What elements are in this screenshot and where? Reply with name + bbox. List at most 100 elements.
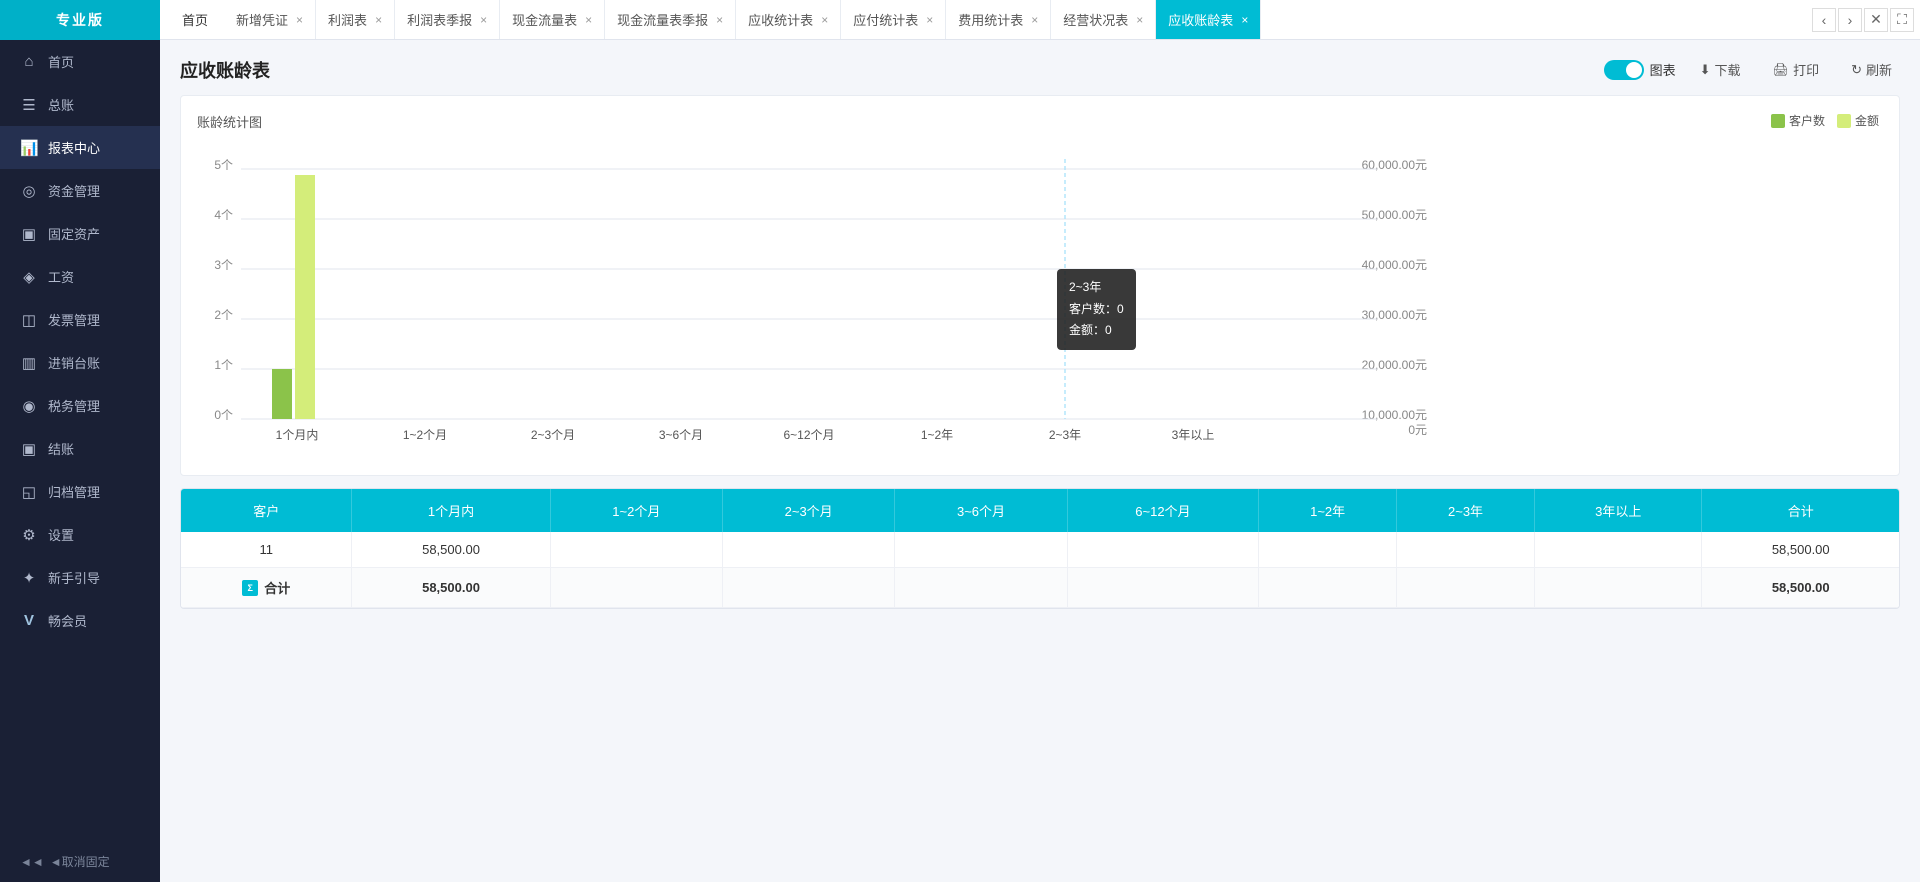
svg-text:0元: 0元: [1408, 423, 1427, 437]
cell-y12: [1259, 532, 1397, 568]
sidebar-item-tax[interactable]: ◉ 税务管理: [0, 384, 160, 427]
svg-text:30,000.00元: 30,000.00元: [1362, 308, 1427, 322]
chart-svg-wrap: 5个 4个 3个 2个 1个 0个 60,000.00元 50,000.00元 …: [197, 139, 1883, 459]
tab-next-button[interactable]: ›: [1838, 8, 1862, 32]
reports-icon: 📊: [20, 139, 38, 157]
summary-label: Σ 合计: [189, 578, 343, 597]
svg-text:2~3年: 2~3年: [1049, 428, 1081, 442]
tab-payable-stat[interactable]: 应付统计表 ×: [841, 0, 946, 40]
tab-voucher[interactable]: 新增凭证 ×: [224, 0, 316, 40]
sidebar-item-settings[interactable]: ⚙ 设置: [0, 513, 160, 556]
sidebar-item-vip[interactable]: V 畅会员: [0, 599, 160, 642]
tab-operation-close[interactable]: ×: [1136, 13, 1143, 27]
page-actions: 图表 ⬇ 下载 🖨 打印 ↻ 刷新: [1604, 56, 1900, 83]
cell-m23: [722, 532, 894, 568]
bar-customer-1: [272, 369, 292, 419]
summary-y12: [1259, 568, 1397, 608]
tab-cashflow-close[interactable]: ×: [585, 13, 592, 27]
vip-icon: V: [20, 612, 38, 629]
unpin-button[interactable]: ◄◄ ◄取消固定: [0, 841, 160, 882]
refresh-icon: ↻: [1851, 62, 1862, 78]
tab-expense-stat-close[interactable]: ×: [1031, 13, 1038, 27]
svg-text:1个: 1个: [214, 358, 233, 372]
tab-aging-close[interactable]: ×: [1241, 13, 1248, 27]
page-body: 应收账龄表 图表 ⬇ 下载 🖨 打印 ↻ 刷新: [160, 40, 1920, 882]
tab-voucher-close[interactable]: ×: [296, 13, 303, 27]
sidebar-item-close[interactable]: ▣ 结账: [0, 427, 160, 470]
close-accounts-icon: ▣: [20, 440, 38, 458]
svg-text:5个: 5个: [214, 158, 233, 172]
funds-icon: ◎: [20, 182, 38, 200]
sidebar-item-home[interactable]: ⌂ 首页: [0, 40, 160, 83]
col-m1: 1个月内: [352, 489, 550, 532]
col-customer: 客户: [181, 489, 352, 532]
cell-y3plus: [1534, 532, 1702, 568]
cell-m612: [1067, 532, 1259, 568]
svg-text:3~6个月: 3~6个月: [659, 428, 703, 442]
svg-text:0个: 0个: [214, 408, 233, 422]
tab-operation[interactable]: 经营状况表 ×: [1051, 0, 1156, 40]
cell-m12: [550, 532, 722, 568]
tab-home[interactable]: 首页: [166, 0, 224, 40]
gear-icon: ⚙: [20, 526, 38, 544]
summary-m12: [550, 568, 722, 608]
ledger-icon: ☰: [20, 96, 38, 114]
tab-cashflow-quarter-close[interactable]: ×: [716, 13, 723, 27]
chart-toggle[interactable]: [1604, 60, 1644, 80]
sidebar-item-salary[interactable]: ◈ 工资: [0, 255, 160, 298]
tab-cashflow-quarter[interactable]: 现金流量表季报 ×: [605, 0, 736, 40]
summary-m23: [722, 568, 894, 608]
chart-toggle-label: 图表: [1650, 60, 1676, 79]
refresh-button[interactable]: ↻ 刷新: [1843, 56, 1900, 83]
inventory-icon: ▥: [20, 354, 38, 372]
sidebar-item-archive[interactable]: ◱ 归档管理: [0, 470, 160, 513]
tab-aging[interactable]: 应收账龄表 ×: [1156, 0, 1261, 40]
tab-receivable-stat-close[interactable]: ×: [821, 13, 828, 27]
sidebar-item-funds[interactable]: ◎ 资金管理: [0, 169, 160, 212]
col-m23: 2~3个月: [722, 489, 894, 532]
tab-expense-stat[interactable]: 费用统计表 ×: [946, 0, 1051, 40]
bar-amount-1: [295, 175, 315, 419]
tab-profit-quarter-close[interactable]: ×: [480, 13, 487, 27]
salary-icon: ◈: [20, 268, 38, 286]
summary-m612: [1067, 568, 1259, 608]
table-header-row: 客户 1个月内 1~2个月 2~3个月 3~6个月 6~12个月 1~2年 2~…: [181, 489, 1899, 532]
tab-payable-stat-close[interactable]: ×: [926, 13, 933, 27]
tab-bar: 首页 新增凭证 × 利润表 × 利润表季报 × 现金流量表 × 现金流量表季报 …: [160, 0, 1920, 40]
archive-icon: ◱: [20, 483, 38, 501]
tab-prev-button[interactable]: ‹: [1812, 8, 1836, 32]
tab-maximize-button[interactable]: ⛶: [1890, 8, 1914, 32]
unpin-icon: ◄◄: [20, 855, 44, 869]
chart-title: 账龄统计图: [197, 112, 1883, 131]
tab-close-all-button[interactable]: ✕: [1864, 8, 1888, 32]
sidebar-item-reports[interactable]: 📊 报表中心: [0, 126, 160, 169]
tab-profit-close[interactable]: ×: [375, 13, 382, 27]
summary-m1: 58,500.00: [352, 568, 550, 608]
legend-amount-label: 金额: [1855, 112, 1879, 129]
tab-cashflow[interactable]: 现金流量表 ×: [500, 0, 605, 40]
download-button[interactable]: ⬇ 下载: [1692, 56, 1749, 83]
col-y3plus: 3年以上: [1534, 489, 1702, 532]
cell-total: 58,500.00: [1702, 532, 1899, 568]
legend-customer-color: [1771, 114, 1785, 128]
sidebar-item-assets[interactable]: ▣ 固定资产: [0, 212, 160, 255]
tab-profit[interactable]: 利润表 ×: [316, 0, 395, 40]
summary-row: Σ 合计 58,500.00 58,500.00: [181, 568, 1899, 608]
main-content: 首页 新增凭证 × 利润表 × 利润表季报 × 现金流量表 × 现金流量表季报 …: [160, 0, 1920, 882]
sidebar-item-invoice[interactable]: ◫ 发票管理: [0, 298, 160, 341]
table-row: 11 58,500.00 58,500.00: [181, 532, 1899, 568]
legend-amount-color: [1837, 114, 1851, 128]
tab-profit-quarter[interactable]: 利润表季报 ×: [395, 0, 500, 40]
print-button[interactable]: 🖨 打印: [1765, 56, 1828, 83]
tab-receivable-stat[interactable]: 应收统计表 ×: [736, 0, 841, 40]
cell-m1: 58,500.00: [352, 532, 550, 568]
sidebar-item-guide[interactable]: ✦ 新手引导: [0, 556, 160, 599]
cell-m36: [895, 532, 1067, 568]
summary-m36: [895, 568, 1067, 608]
svg-text:1~2个月: 1~2个月: [403, 428, 447, 442]
print-icon: 🖨: [1773, 62, 1790, 78]
guide-icon: ✦: [20, 569, 38, 587]
sidebar-item-ledger[interactable]: ☰ 总账: [0, 83, 160, 126]
legend-customer-label: 客户数: [1789, 112, 1825, 129]
sidebar-item-inventory[interactable]: ▥ 进销台账: [0, 341, 160, 384]
